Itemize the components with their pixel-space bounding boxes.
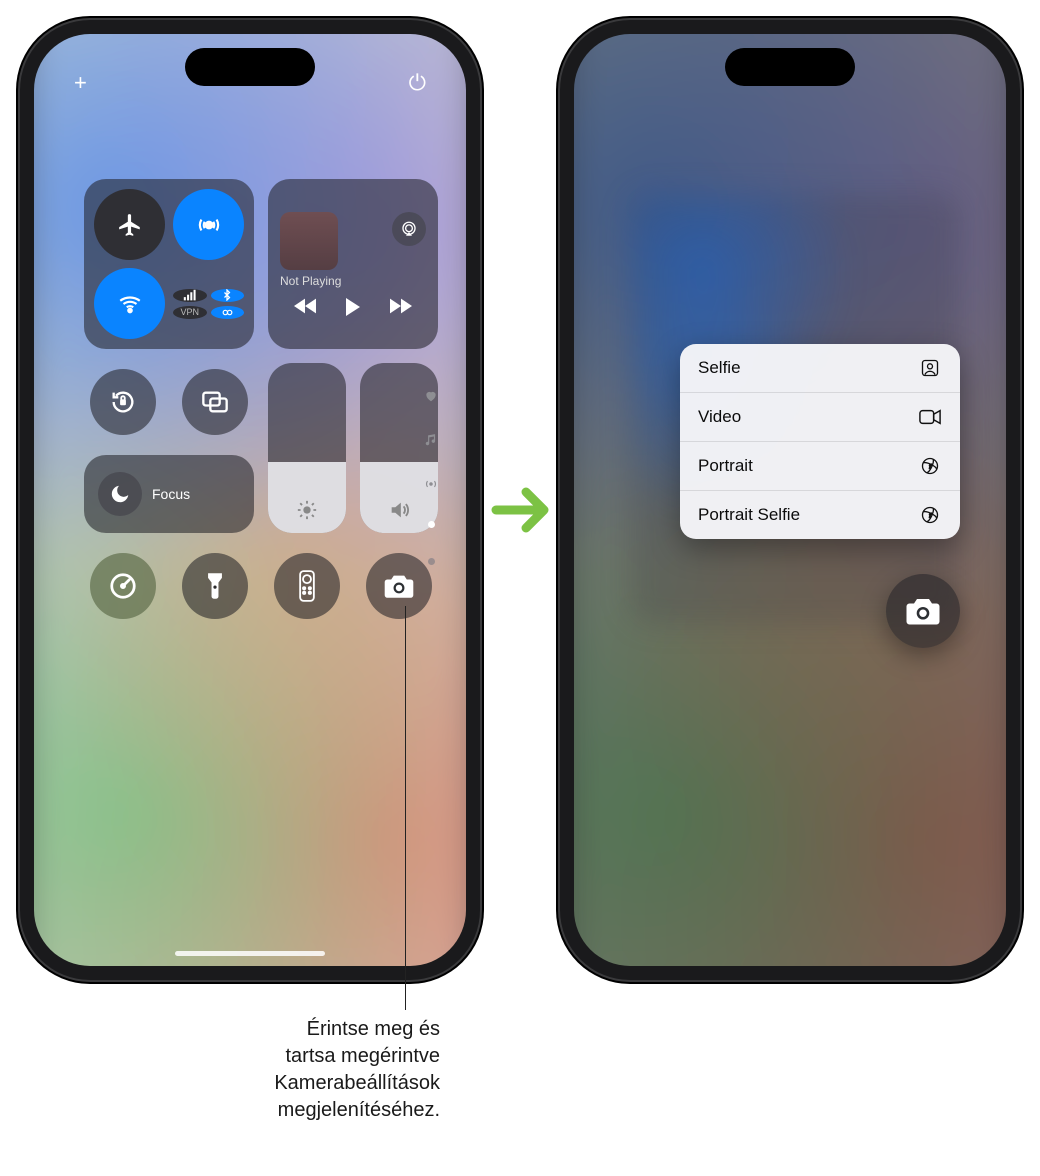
connectivity-aux-group[interactable]: VPN — [173, 289, 244, 319]
personal-hotspot-toggle[interactable] — [211, 306, 245, 319]
dynamic-island — [725, 48, 855, 86]
video-icon — [918, 409, 942, 425]
power-button[interactable]: ⏻ — [409, 70, 426, 96]
camera-menu-item-portrait[interactable]: Portrait f — [680, 442, 960, 491]
flashlight-button[interactable] — [182, 553, 248, 619]
page-dot-active — [428, 521, 435, 528]
airplane-icon — [117, 212, 143, 238]
camera-button-popped[interactable] — [886, 574, 960, 648]
menu-item-label: Video — [698, 407, 741, 427]
brightness-fill — [268, 462, 346, 533]
wifi-toggle[interactable] — [94, 268, 165, 339]
camera-menu-item-video[interactable]: Video — [680, 393, 960, 442]
aperture-icon: f — [918, 505, 942, 525]
bluetooth-icon — [221, 289, 233, 301]
aperture-icon: f — [918, 456, 942, 476]
transition-arrow — [490, 480, 560, 540]
phone-frame-right: Selfie Video Portrait f Portrait Selfie — [560, 20, 1020, 980]
connectivity-page-icon — [424, 477, 438, 491]
connectivity-group[interactable]: VPN — [84, 179, 254, 349]
add-control-button[interactable]: + — [74, 70, 87, 96]
moon-icon — [109, 483, 131, 505]
callout-leader-line — [405, 606, 406, 1010]
timer-button[interactable] — [90, 553, 156, 619]
screen-mirroring-button[interactable] — [182, 369, 248, 435]
favorites-page-icon — [424, 389, 438, 403]
screen-left: + ⏻ — [34, 34, 466, 966]
screen-mirroring-icon — [201, 388, 229, 416]
home-indicator[interactable] — [175, 951, 325, 956]
brightness-slider[interactable] — [268, 363, 346, 533]
airdrop-icon — [196, 212, 222, 238]
now-playing-tile[interactable]: Not Playing — [268, 179, 438, 349]
prev-track-icon — [294, 298, 316, 314]
camera-icon — [383, 573, 415, 599]
page-dot — [428, 558, 435, 565]
control-center-page-indicator[interactable] — [424, 389, 438, 565]
timer-icon — [108, 571, 138, 601]
prev-track-button[interactable] — [294, 298, 316, 316]
apple-tv-remote-icon — [298, 570, 316, 602]
next-track-button[interactable] — [390, 298, 412, 316]
camera-button[interactable] — [366, 553, 432, 619]
airdrop-toggle[interactable] — [173, 189, 244, 260]
person-crop-square-icon — [918, 358, 942, 378]
now-playing-artwork — [280, 212, 338, 270]
hotspot-icon — [221, 306, 234, 319]
now-playing-title: Not Playing — [280, 274, 426, 288]
play-button[interactable] — [345, 298, 361, 316]
focus-button[interactable]: Focus — [84, 455, 254, 533]
callout-text: Érintse meg és tartsa megérintve Kamerab… — [180, 1016, 440, 1124]
flashlight-icon — [205, 571, 225, 601]
cellular-bars-icon — [183, 289, 196, 302]
orientation-lock-icon — [109, 388, 137, 416]
phone-frame-left: + ⏻ — [20, 20, 480, 980]
screen-right: Selfie Video Portrait f Portrait Selfie — [574, 34, 1006, 966]
next-track-icon — [390, 298, 412, 314]
orientation-lock-toggle[interactable] — [90, 369, 156, 435]
play-icon — [345, 298, 361, 316]
apple-tv-remote-button[interactable] — [274, 553, 340, 619]
airplane-mode-toggle[interactable] — [94, 189, 165, 260]
control-center-grid: VPN Not Playing — [84, 179, 416, 625]
menu-item-label: Selfie — [698, 358, 741, 378]
menu-item-label: Portrait Selfie — [698, 505, 800, 525]
airplay-icon — [400, 220, 418, 238]
focus-label: Focus — [152, 486, 190, 502]
vpn-icon: VPN — [180, 307, 199, 317]
camera-menu-item-portrait-selfie[interactable]: Portrait Selfie f — [680, 491, 960, 539]
dynamic-island — [185, 48, 315, 86]
wifi-icon — [117, 291, 143, 317]
vpn-toggle[interactable]: VPN — [173, 306, 207, 319]
menu-item-label: Portrait — [698, 456, 753, 476]
music-page-icon — [424, 433, 438, 447]
cellular-data-toggle[interactable] — [173, 289, 207, 302]
airplay-button[interactable] — [392, 212, 426, 246]
camera-icon — [905, 596, 941, 626]
camera-context-menu: Selfie Video Portrait f Portrait Selfie — [680, 344, 960, 539]
bluetooth-toggle[interactable] — [211, 289, 245, 302]
camera-menu-item-selfie[interactable]: Selfie — [680, 344, 960, 393]
sun-icon — [268, 499, 346, 521]
